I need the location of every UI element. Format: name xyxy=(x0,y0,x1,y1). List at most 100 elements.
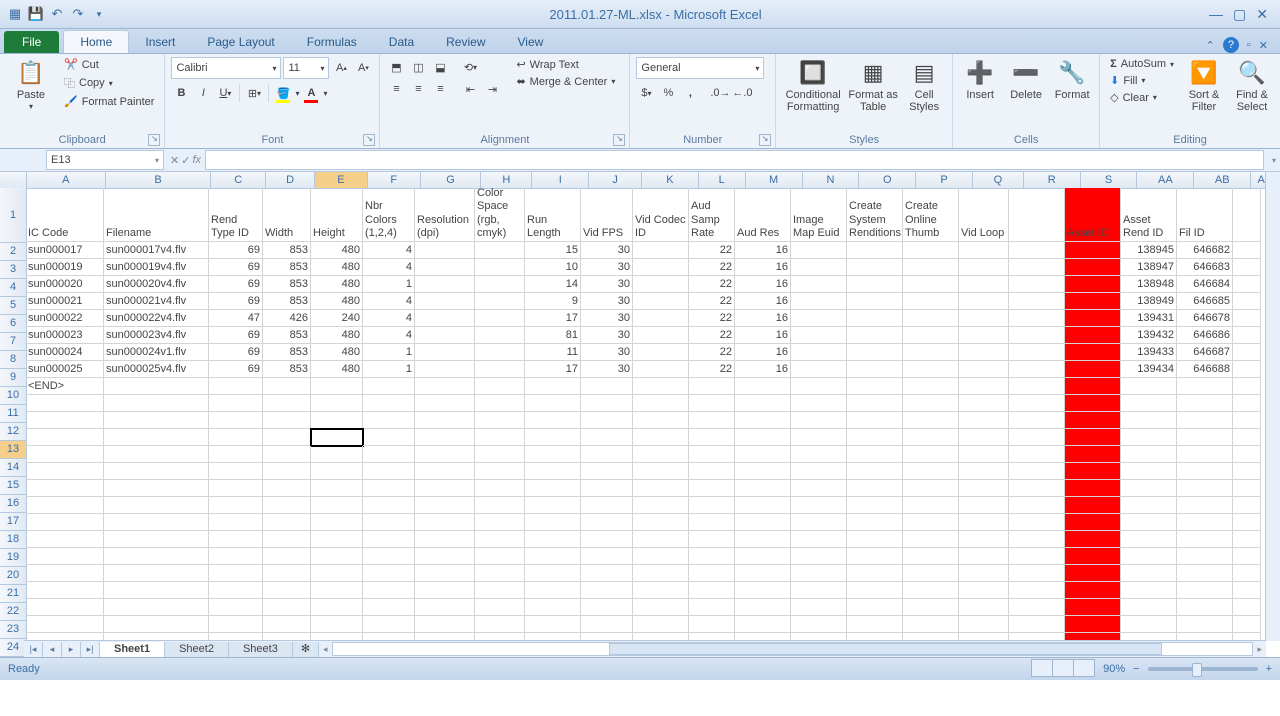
cell[interactable] xyxy=(263,378,311,395)
cell[interactable] xyxy=(475,582,525,599)
cell[interactable] xyxy=(903,395,959,412)
cell[interactable]: 480 xyxy=(311,242,363,259)
new-sheet-icon[interactable]: ✻ xyxy=(293,642,319,657)
cell[interactable] xyxy=(791,327,847,344)
cell[interactable] xyxy=(1233,344,1261,361)
cell[interactable] xyxy=(1065,480,1121,497)
row-header[interactable]: 21 xyxy=(0,585,26,603)
cell[interactable] xyxy=(791,259,847,276)
cell[interactable] xyxy=(959,378,1009,395)
cell[interactable] xyxy=(1121,395,1177,412)
cell[interactable] xyxy=(1177,429,1233,446)
cell[interactable] xyxy=(1121,463,1177,480)
cell[interactable] xyxy=(689,378,735,395)
cell[interactable] xyxy=(847,531,903,548)
cell[interactable] xyxy=(1177,412,1233,429)
undo-icon[interactable]: ↶ xyxy=(48,5,66,23)
cell[interactable] xyxy=(104,378,209,395)
sheet-tab-1[interactable]: Sheet1 xyxy=(100,642,165,657)
cell[interactable] xyxy=(791,548,847,565)
cell[interactable] xyxy=(633,463,689,480)
cell[interactable] xyxy=(633,242,689,259)
cell[interactable] xyxy=(525,395,581,412)
cell[interactable] xyxy=(311,497,363,514)
cell[interactable] xyxy=(26,446,104,463)
cell[interactable]: 69 xyxy=(209,242,263,259)
cell[interactable]: Run Length xyxy=(525,188,581,242)
cell[interactable] xyxy=(263,497,311,514)
cell[interactable] xyxy=(1233,310,1261,327)
cell[interactable]: sun000017v4.flv xyxy=(104,242,209,259)
cancel-entry-icon[interactable]: ✕ xyxy=(170,154,179,167)
cell[interactable] xyxy=(311,531,363,548)
cell[interactable]: sun000023v4.flv xyxy=(104,327,209,344)
cell[interactable] xyxy=(475,548,525,565)
cell[interactable] xyxy=(689,412,735,429)
cell[interactable] xyxy=(263,446,311,463)
cell[interactable] xyxy=(475,327,525,344)
cell[interactable]: 16 xyxy=(735,293,791,310)
cell[interactable] xyxy=(1065,582,1121,599)
row-header[interactable]: 12 xyxy=(0,423,26,441)
cell[interactable]: 17 xyxy=(525,361,581,378)
column-header[interactable]: E xyxy=(315,172,368,188)
cell[interactable] xyxy=(1233,378,1261,395)
cell[interactable] xyxy=(1177,395,1233,412)
cell[interactable]: sun000025 xyxy=(26,361,104,378)
save-icon[interactable]: 💾 xyxy=(27,5,45,23)
column-header[interactable]: K xyxy=(642,172,699,188)
cell[interactable] xyxy=(689,446,735,463)
cell[interactable]: sun000020 xyxy=(26,276,104,293)
cell[interactable]: 853 xyxy=(263,344,311,361)
close-icon[interactable]: ✕ xyxy=(1256,6,1268,23)
cell[interactable] xyxy=(263,565,311,582)
cell[interactable] xyxy=(475,310,525,327)
cell[interactable] xyxy=(1121,548,1177,565)
cell[interactable] xyxy=(1065,548,1121,565)
cell[interactable]: sun000019 xyxy=(26,259,104,276)
cell[interactable] xyxy=(1009,188,1065,242)
cell[interactable]: 1 xyxy=(363,361,415,378)
sheet-nav-next-icon[interactable]: ▸ xyxy=(62,642,81,657)
cell[interactable] xyxy=(209,378,263,395)
number-dialog-icon[interactable]: ↘ xyxy=(759,134,771,146)
cell[interactable] xyxy=(1233,361,1261,378)
column-header[interactable]: H xyxy=(481,172,532,188)
column-header[interactable]: M xyxy=(746,172,803,188)
cell[interactable] xyxy=(633,480,689,497)
row-header[interactable]: 5 xyxy=(0,297,26,315)
cell[interactable] xyxy=(1233,293,1261,310)
cell[interactable] xyxy=(1065,378,1121,395)
cell[interactable] xyxy=(26,616,104,633)
cell[interactable] xyxy=(1233,412,1261,429)
cell[interactable] xyxy=(415,378,475,395)
cell[interactable] xyxy=(847,327,903,344)
cell[interactable]: sun000022v4.flv xyxy=(104,310,209,327)
cell[interactable]: Nbr Colors (1,2,4) xyxy=(363,188,415,242)
cell[interactable] xyxy=(1009,361,1065,378)
cell[interactable] xyxy=(26,497,104,514)
column-header[interactable]: R xyxy=(1024,172,1081,188)
tab-view[interactable]: View xyxy=(502,31,560,53)
cell[interactable] xyxy=(1177,548,1233,565)
cell[interactable] xyxy=(209,446,263,463)
vertical-scrollbar[interactable] xyxy=(1265,172,1280,641)
cell[interactable] xyxy=(1009,276,1065,293)
cell[interactable]: Width xyxy=(263,188,311,242)
cell[interactable]: 646683 xyxy=(1177,259,1233,276)
autosum-button[interactable]: Σ AutoSum▾ xyxy=(1106,57,1178,71)
column-header[interactable]: I xyxy=(532,172,589,188)
cell[interactable]: 853 xyxy=(263,242,311,259)
cell[interactable] xyxy=(633,565,689,582)
cell[interactable] xyxy=(209,463,263,480)
cell[interactable] xyxy=(735,378,791,395)
cell[interactable]: 240 xyxy=(311,310,363,327)
cell[interactable] xyxy=(581,378,633,395)
cell[interactable] xyxy=(1233,565,1261,582)
row-header[interactable]: 4 xyxy=(0,279,26,297)
cell[interactable] xyxy=(104,429,209,446)
cell[interactable]: 22 xyxy=(689,293,735,310)
cell[interactable] xyxy=(791,582,847,599)
cell[interactable] xyxy=(1009,242,1065,259)
close-workbook-icon[interactable]: ✕ xyxy=(1259,39,1268,52)
